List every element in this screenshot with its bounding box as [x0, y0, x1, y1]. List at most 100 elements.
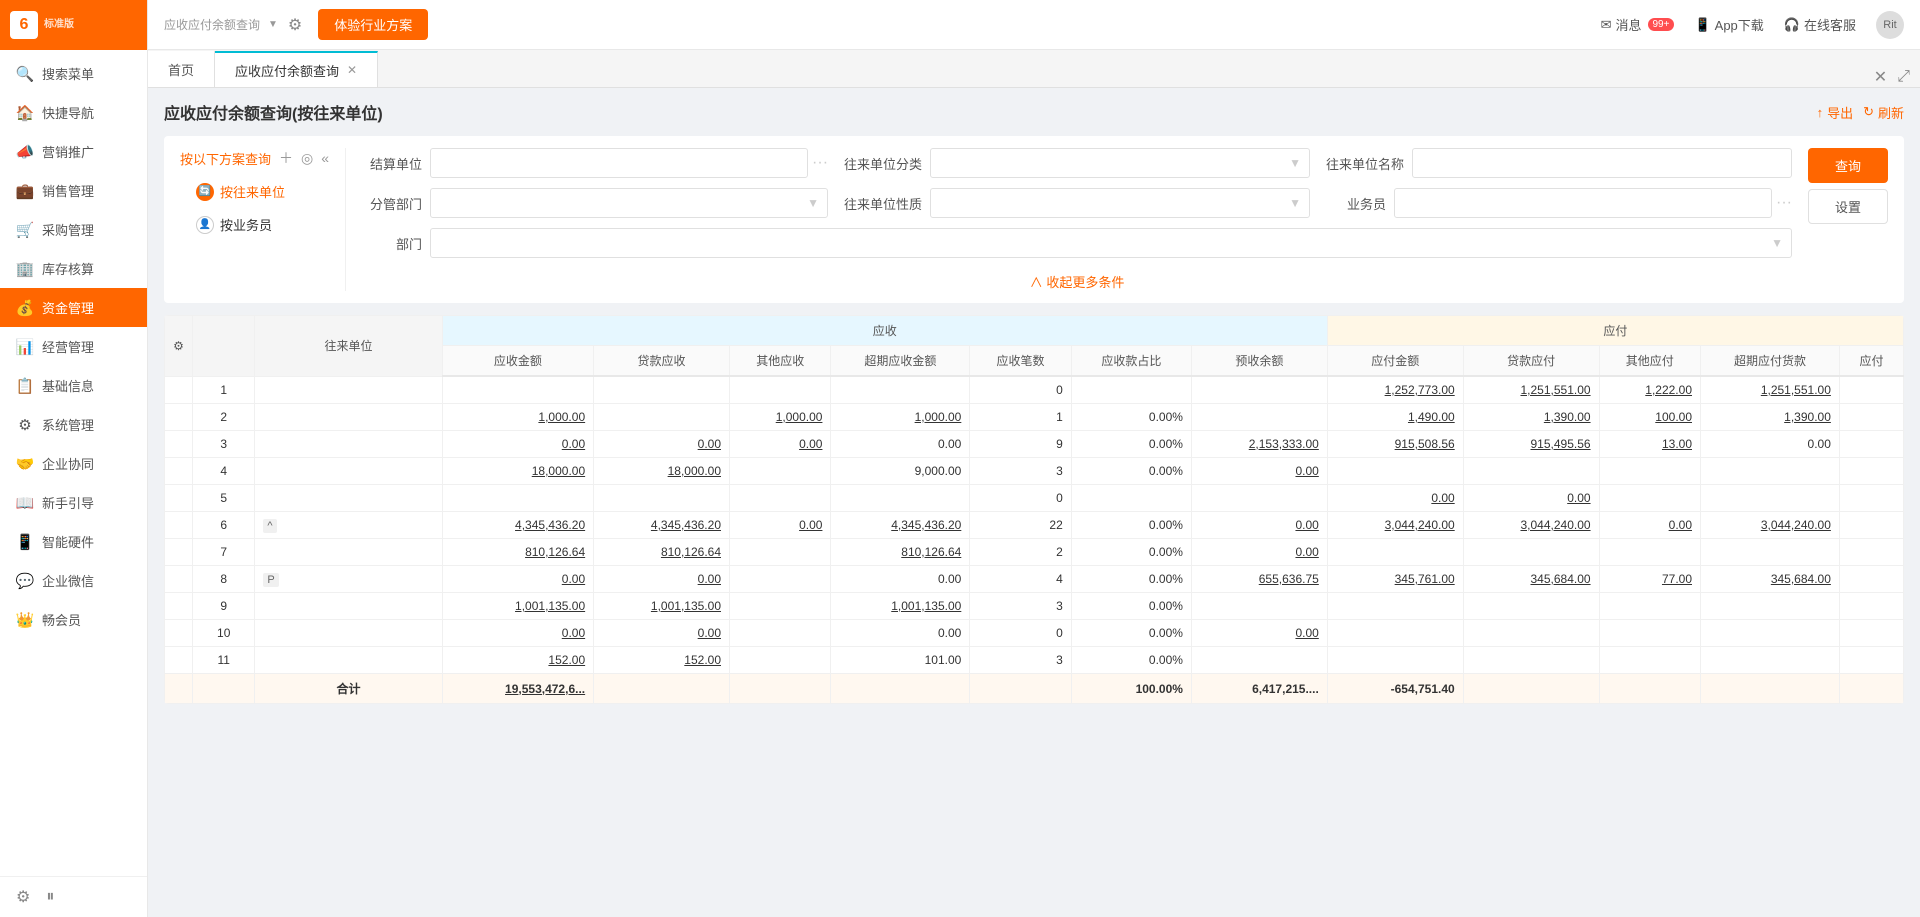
partner-name-input[interactable] — [1412, 148, 1792, 178]
app-logo: 6 畅捷通财 标准版 — [0, 0, 147, 50]
partner-category-select[interactable]: ▼ — [930, 148, 1310, 178]
sidebar-item-wechat[interactable]: 💬 企业微信 — [0, 561, 147, 600]
filter-field-settlement: 结算单位 ··· — [362, 148, 828, 178]
query-buttons: 查询 设置 — [1808, 148, 1888, 291]
export-button[interactable]: ↑ 导出 — [1817, 103, 1854, 122]
sidebar-item-management[interactable]: 📊 经营管理 — [0, 327, 147, 366]
app-download-button[interactable]: 📱 App下载 — [1694, 15, 1763, 34]
basic-icon: 📋 — [16, 377, 34, 395]
settlement-dots-icon[interactable]: ··· — [812, 154, 828, 172]
salesman-input[interactable] — [1394, 188, 1772, 218]
th-ar-count: 应收笔数 — [970, 346, 1071, 377]
sidebar: 6 畅捷通财 标准版 🔍 搜索菜单 🏠 快捷导航 📣 营销推广 💼 销售管理 🛒… — [0, 0, 148, 917]
th-ap-other: 其他应付 — [1599, 346, 1700, 377]
table-row: 2 1,000.00 1,000.00 1,000.00 1 0.00% 1,4… — [165, 404, 1904, 431]
user-avatar[interactable]: Rit — [1876, 11, 1904, 39]
content-wrapper: 应收应付余额查询(按往来单位) ↑ 导出 ↻ 刷新 按以下方案查询 — [148, 88, 1920, 716]
tab-close-icon[interactable]: ✕ — [347, 63, 357, 77]
header-settings-icon[interactable]: ⚙ — [288, 15, 302, 35]
dept-arrow-icon: ▼ — [1771, 236, 1783, 250]
filter-field-partner-name: 往来单位名称 — [1326, 148, 1792, 178]
sidebar-item-search[interactable]: 🔍 搜索菜单 — [0, 54, 147, 93]
table-settings-col[interactable]: ⚙ — [165, 316, 193, 377]
promo-button[interactable]: 体验行业方案 — [318, 9, 428, 40]
notification-badge: 99+ — [1648, 18, 1675, 31]
collapse-sidebar-icon[interactable]: ⏸ — [46, 888, 54, 906]
tab-home[interactable]: 首页 — [148, 51, 215, 87]
sidebar-menu: 🔍 搜索菜单 🏠 快捷导航 📣 营销推广 💼 销售管理 🛒 采购管理 🏢 库存核… — [0, 50, 147, 876]
sidebar-item-hardware[interactable]: 📱 智能硬件 — [0, 522, 147, 561]
breadcrumb-text: 应收应付余额查询 — [164, 16, 260, 33]
filter-field-partner-cat: 往来单位分类 ▼ — [844, 148, 1310, 178]
sidebar-item-purchase[interactable]: 🛒 采购管理 — [0, 210, 147, 249]
th-ap-amount: 应付金额 — [1327, 346, 1463, 377]
sidebar-item-member[interactable]: 👑 畅会员 — [0, 600, 147, 639]
division-select[interactable]: ▼ — [430, 188, 828, 218]
filter-nav: 按以下方案查询 ＋ ◎ « 🔄 按往来单位 👤 按业务员 — [180, 148, 346, 291]
filter-collapse-icon[interactable]: « — [321, 150, 329, 166]
sidebar-item-basic[interactable]: 📋 基础信息 — [0, 366, 147, 405]
filter-settings-icon[interactable]: ◎ — [301, 150, 313, 167]
sidebar-item-finance[interactable]: 💰 资金管理 — [0, 288, 147, 327]
partner-cat-arrow-icon: ▼ — [1289, 156, 1301, 170]
data-table: ⚙ 往来单位 应收 应付 应收金额 贷款应收 其他应收 超期应收金额 应收笔数 — [164, 315, 1904, 704]
filter-row-2: 分管部门 ▼ 往来单位性质 ▼ — [362, 188, 1792, 218]
filter-field-division: 分管部门 ▼ — [362, 188, 828, 218]
table-row: 6 ^ 4,345,436.20 4,345,436.20 0.00 4,345… — [165, 512, 1904, 539]
filter-collapse-more[interactable]: ∧ 收起更多条件 — [362, 268, 1792, 291]
sidebar-item-system[interactable]: ⚙ 系统管理 — [0, 405, 147, 444]
query-button[interactable]: 查询 — [1808, 148, 1888, 183]
filter-nav-items: 🔄 按往来单位 👤 按业务员 — [180, 178, 329, 238]
refresh-button[interactable]: ↻ 刷新 — [1863, 103, 1904, 122]
filter-nav-partner-icon: 🔄 — [196, 183, 214, 201]
sidebar-bottom: ⚙ ⏸ — [0, 876, 147, 917]
th-ap-extra: 应付 — [1839, 346, 1903, 377]
filter-panel: 按以下方案查询 ＋ ◎ « 🔄 按往来单位 👤 按业务员 — [164, 136, 1904, 303]
sidebar-item-quick[interactable]: 🏠 快捷导航 — [0, 93, 147, 132]
management-icon: 📊 — [16, 338, 34, 356]
salesman-dots-icon[interactable]: ··· — [1776, 194, 1792, 212]
logo-text: 畅捷通财 标准版 — [44, 19, 74, 31]
tab-bar-right: ✕ ⤢ — [1874, 67, 1920, 87]
collapse-up-icon: ∧ — [1030, 275, 1043, 290]
page-title: 应收应付余额查询(按往来单位) — [164, 100, 383, 124]
notification-button[interactable]: ✉ 消息 99+ — [1601, 15, 1675, 34]
settlement-unit-input[interactable] — [430, 148, 808, 178]
hardware-icon: 📱 — [16, 533, 34, 551]
th-ar-overdue: 超期应收金额 — [831, 346, 970, 377]
member-icon: 👑 — [16, 611, 34, 629]
support-button[interactable]: 🎧 在线客服 — [1784, 15, 1856, 34]
message-icon: ✉ — [1601, 17, 1612, 33]
close-window-icon[interactable]: ✕ — [1874, 67, 1887, 87]
dept-select[interactable]: ▼ — [430, 228, 1792, 258]
filter-nav-salesman[interactable]: 👤 按业务员 — [188, 211, 329, 238]
guide-icon: 📖 — [16, 494, 34, 512]
settings-button[interactable]: 设置 — [1808, 189, 1888, 224]
sidebar-item-marketing[interactable]: 📣 营销推广 — [0, 132, 147, 171]
download-icon: 📱 — [1694, 17, 1710, 33]
maximize-window-icon[interactable]: ⤢ — [1897, 68, 1910, 86]
filter-add-icon[interactable]: ＋ — [279, 148, 293, 168]
th-ap-overdue: 超期应付货款 — [1701, 346, 1840, 377]
table-scroll[interactable]: ⚙ 往来单位 应收 应付 应收金额 贷款应收 其他应收 超期应收金额 应收笔数 — [164, 315, 1904, 704]
marketing-icon: 📣 — [16, 143, 34, 161]
filter-nav-partner[interactable]: 🔄 按往来单位 — [188, 178, 329, 205]
partner-nature-arrow-icon: ▼ — [1289, 196, 1301, 210]
th-ar-loan: 贷款应收 — [594, 346, 730, 377]
sidebar-item-sales[interactable]: 💼 销售管理 — [0, 171, 147, 210]
breadcrumb-dropdown-icon[interactable]: ▼ — [268, 19, 278, 30]
tab-query[interactable]: 应收应付余额查询 ✕ — [215, 51, 378, 87]
purchase-icon: 🛒 — [16, 221, 34, 239]
sidebar-item-cooperation[interactable]: 🤝 企业协同 — [0, 444, 147, 483]
partner-nature-select[interactable]: ▼ — [930, 188, 1310, 218]
settings-bottom-icon[interactable]: ⚙ — [16, 887, 30, 907]
sidebar-item-inventory[interactable]: 🏢 库存核算 — [0, 249, 147, 288]
sidebar-item-guide[interactable]: 📖 新手引导 — [0, 483, 147, 522]
filter-nav-salesman-icon: 👤 — [196, 216, 214, 234]
table-row: 8 P 0.00 0.00 0.00 4 0.00% 655,636.75 34… — [165, 566, 1904, 593]
th-ar-ratio: 应收款占比 — [1071, 346, 1191, 377]
table-row: 9 1,001,135.00 1,001,135.00 1,001,135.00… — [165, 593, 1904, 620]
filter-fields: 结算单位 ··· 往来单位分类 ▼ 往来单位名称 — [362, 148, 1792, 291]
support-icon: 🎧 — [1784, 17, 1800, 33]
table-row: 10 0.00 0.00 0.00 0 0.00% 0.00 — [165, 620, 1904, 647]
